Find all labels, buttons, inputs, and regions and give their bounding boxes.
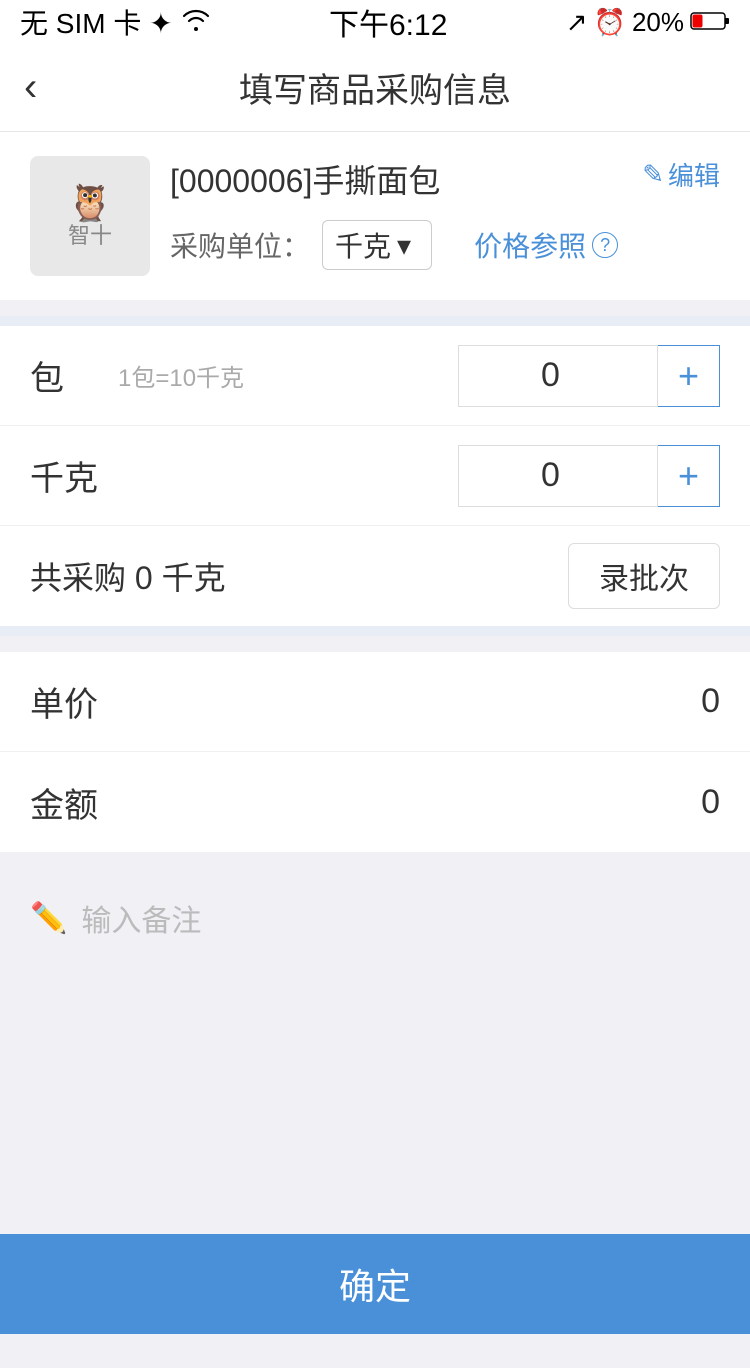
amount-label: 金额 (30, 778, 98, 827)
remark-placeholder: 输入备注 (81, 896, 201, 940)
empty-space (0, 968, 750, 1268)
input-section: 包 1包=10千克 + 千克 + (0, 326, 750, 526)
bag-input-row: 包 1包=10千克 + (0, 326, 750, 426)
section-divider-2 (0, 626, 750, 636)
product-name: [0000006]手撕面包 (170, 156, 440, 202)
kg-label: 千克 (30, 451, 110, 500)
bag-sublabel: 1包=10千克 (118, 358, 458, 393)
product-thumbnail: 🦉 智十 (30, 156, 150, 276)
purchase-unit-label: 采购单位： (170, 225, 310, 265)
bag-label: 包 (30, 351, 110, 400)
wifi-icon (181, 6, 211, 38)
unit-select[interactable]: 千克 ▾ (322, 220, 432, 270)
price-section: 单价 0 金额 0 (0, 652, 750, 852)
bag-quantity-input[interactable] (458, 345, 658, 407)
status-right: ↗ ⏰ 20% (566, 7, 730, 38)
section-divider-1 (0, 316, 750, 326)
kg-input-row: 千克 + (0, 426, 750, 526)
bag-quantity-control: + (458, 345, 720, 407)
product-card: 🦉 智十 [0000006]手撕面包 ✎ 编辑 采购单位： 千克 ▾ 价格参照 (0, 132, 750, 300)
remark-section[interactable]: ✏️ 输入备注 (0, 868, 750, 968)
status-bar: 无 SIM 卡 ✦ 下午6:12 ↗ ⏰ 20% (0, 0, 750, 44)
status-time: 下午6:12 (329, 0, 447, 44)
alarm-icon: ⏰ (594, 7, 626, 38)
brand-logo-text: 智十 (68, 225, 112, 247)
brand-logo-owl: 🦉 (68, 185, 113, 221)
summary-section: 共采购 0 千克 录批次 (0, 526, 750, 626)
unit-value: 千克 (335, 225, 391, 265)
confirm-label: 确定 (339, 1258, 411, 1310)
product-info: [0000006]手撕面包 ✎ 编辑 采购单位： 千克 ▾ 价格参照 ? (170, 156, 720, 270)
kg-plus-button[interactable]: + (658, 445, 720, 507)
sim-signal-text: 无 SIM 卡 ✦ (20, 2, 173, 42)
location-icon: ↗ (566, 7, 588, 38)
unit-price-row: 单价 0 (0, 652, 750, 752)
bag-plus-button[interactable]: + (658, 345, 720, 407)
price-ref-label: 价格参照 (474, 225, 586, 265)
edit-icon: ✎ (642, 159, 664, 190)
kg-quantity-input[interactable] (458, 445, 658, 507)
page-title: 填写商品采购信息 (239, 63, 511, 112)
unit-price-label: 单价 (30, 677, 98, 726)
amount-row: 金额 0 (0, 752, 750, 852)
summary-text: 共采购 0 千克 (30, 553, 226, 599)
status-left: 无 SIM 卡 ✦ (20, 2, 211, 42)
edit-label: 编辑 (668, 156, 720, 193)
price-ref-icon: ? (592, 232, 618, 258)
price-reference-button[interactable]: 价格参照 ? (474, 225, 618, 265)
battery-icon (690, 7, 730, 38)
confirm-button[interactable]: 确定 (0, 1234, 750, 1334)
nav-bar: ‹ 填写商品采购信息 (0, 44, 750, 132)
kg-quantity-control: + (458, 445, 720, 507)
back-button[interactable]: ‹ (24, 65, 37, 110)
pencil-icon: ✏️ (30, 901, 67, 936)
battery-percent: 20% (632, 7, 684, 38)
dropdown-icon: ▾ (397, 229, 411, 262)
batch-record-button[interactable]: 录批次 (568, 543, 720, 609)
amount-value: 0 (701, 783, 720, 822)
unit-price-value: 0 (701, 682, 720, 721)
edit-button[interactable]: ✎ 编辑 (642, 156, 720, 193)
